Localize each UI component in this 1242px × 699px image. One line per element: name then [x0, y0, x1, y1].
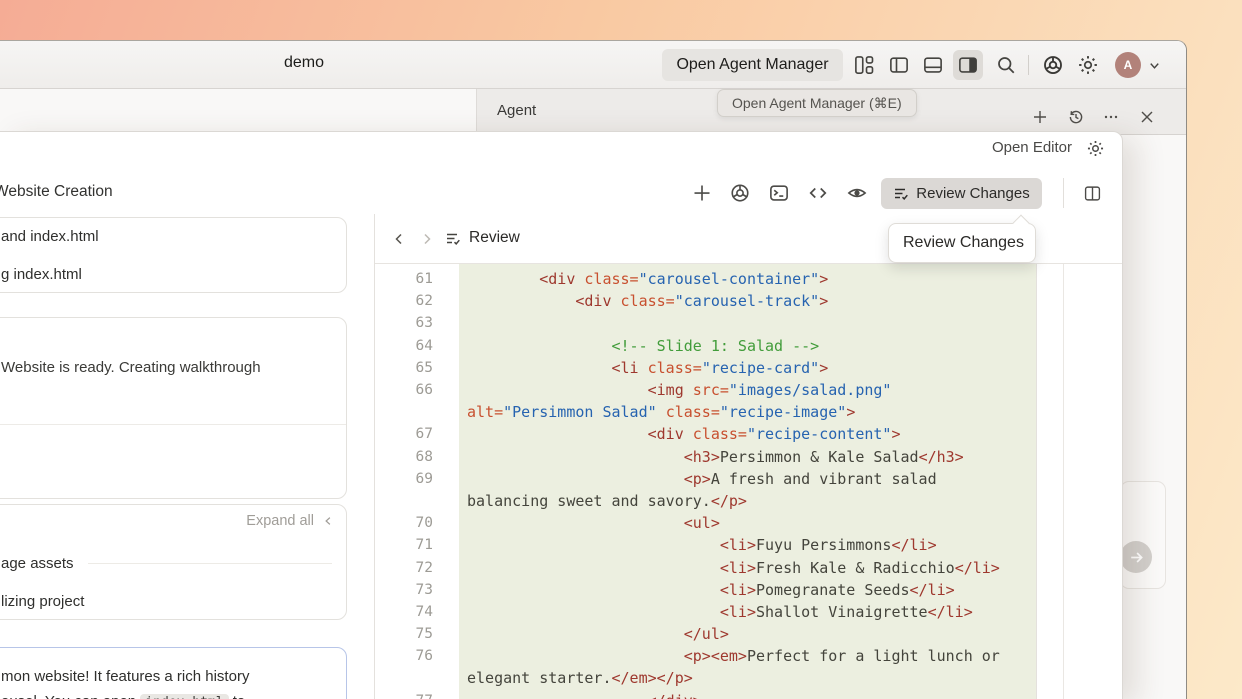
- step-item[interactable]: lizing project: [1, 589, 332, 613]
- toolbar-separator: [1063, 178, 1064, 208]
- message-line: mon website! It features a rich history: [1, 664, 332, 689]
- code-line: 64 <!-- Slide 1: Salad -->: [375, 335, 1062, 357]
- open-editor-button[interactable]: Open Editor: [992, 139, 1072, 156]
- send-button[interactable]: [1120, 541, 1152, 573]
- settings-gear-icon[interactable]: [1078, 55, 1098, 75]
- review-changes-popup[interactable]: Review Changes: [888, 223, 1036, 263]
- step-rule: [88, 563, 332, 564]
- step-item[interactable]: age assets: [1, 551, 332, 575]
- agent-overlay-panel: Open Editor Website Creation: [0, 131, 1123, 699]
- code-line: 74 <li>Shallot Vinaigrette</li>: [375, 601, 1062, 623]
- title-bar: demo Open Agent Manager: [0, 41, 1186, 89]
- code-line: 68 <h3>Persimmon & Kale Salad</h3>: [375, 446, 1062, 468]
- right-dock-icon-active[interactable]: [953, 50, 983, 80]
- chevron-down-icon[interactable]: [1147, 58, 1167, 78]
- list-check-icon: [893, 186, 909, 202]
- card-divider: [0, 424, 346, 425]
- agent-settings-gear-icon[interactable]: [1087, 140, 1104, 157]
- code-line: 75 </ul>: [375, 623, 1062, 645]
- review-list-check-icon: [445, 231, 461, 247]
- thread-title: Website Creation: [0, 183, 113, 201]
- tab-bar: Agent: [0, 89, 1186, 135]
- tab-agent[interactable]: Agent: [497, 102, 536, 119]
- code-line: 65 <li class="recipe-card">: [375, 357, 1062, 379]
- collapse-chevron-icon: [322, 515, 334, 527]
- status-text: Website is ready. Creating walkthrough: [1, 359, 261, 376]
- code-icon[interactable]: [808, 183, 828, 203]
- assistant-message-card: mon website! It features a rich history …: [0, 647, 347, 699]
- steps-card: Expand all age assets lizing project: [0, 504, 347, 620]
- code-line: 77 </div>: [375, 690, 1062, 699]
- more-menu-icon[interactable]: [1103, 109, 1119, 125]
- code-line: 63: [375, 312, 1062, 334]
- scrollbar-rule: [1063, 264, 1064, 699]
- close-icon[interactable]: [1139, 109, 1155, 125]
- terminal-icon[interactable]: [769, 183, 789, 203]
- new-thread-icon[interactable]: [1032, 109, 1048, 125]
- edited-file-item[interactable]: and index.html: [0, 218, 346, 256]
- edited-file-item[interactable]: g index.html: [0, 256, 346, 294]
- review-code-area[interactable]: 61 <div class="carousel-container">62 <d…: [375, 264, 1122, 699]
- project-panel-icon[interactable]: [854, 55, 874, 75]
- file-edits-card: and index.html g index.html: [0, 217, 347, 293]
- history-icon[interactable]: [1068, 109, 1084, 125]
- status-card: Website is ready. Creating walkthrough: [0, 317, 347, 499]
- prev-change-icon[interactable]: [391, 231, 407, 247]
- message-line: ousel. You can open index.html to: [1, 689, 332, 699]
- code-line: 71 <li>Fuyu Persimmons</li>: [375, 534, 1062, 556]
- bottom-dock-icon[interactable]: [923, 55, 943, 75]
- inline-code-chip: index.html: [140, 694, 228, 699]
- code-line: balancing sweet and savory.</p>: [375, 490, 1062, 512]
- open-agent-manager-button[interactable]: Open Agent Manager: [662, 49, 843, 81]
- code-line: 66 <img src="images/salad.png": [375, 379, 1062, 401]
- left-dock-icon[interactable]: [889, 55, 909, 75]
- code-line: alt="Persimmon Salad" class="recipe-imag…: [375, 401, 1062, 423]
- docked-agent-send-card: [1120, 481, 1166, 589]
- code-line: 62 <div class="carousel-track">: [375, 290, 1062, 312]
- browser-icon[interactable]: [1043, 55, 1063, 75]
- eye-icon[interactable]: [847, 183, 867, 203]
- code-line: 72 <li>Fresh Kale & Radicchio</li>: [375, 556, 1062, 578]
- code-line: 70 <ul>: [375, 512, 1062, 534]
- next-change-icon[interactable]: [419, 231, 435, 247]
- review-panel: Review 61 <div class="carousel-container…: [374, 214, 1122, 699]
- preview-browser-icon[interactable]: [730, 183, 750, 203]
- code-rows: 61 <div class="carousel-container">62 <d…: [375, 268, 1062, 699]
- app-window: demo Open Agent Manager: [0, 40, 1187, 699]
- code-line: elegant starter.</em></p>: [375, 667, 1062, 689]
- split-columns-icon[interactable]: [1084, 185, 1101, 202]
- titlebar-separator: [1028, 55, 1029, 75]
- open-agent-manager-tooltip: Open Agent Manager (⌘E): [717, 89, 917, 117]
- code-line: 61 <div class="carousel-container">: [375, 268, 1062, 290]
- code-line: 67 <div class="recipe-content">: [375, 423, 1062, 445]
- new-file-icon[interactable]: [692, 183, 712, 203]
- code-line: 76 <p><em>Perfect for a light lunch or: [375, 645, 1062, 667]
- window-title: demo: [254, 54, 354, 72]
- review-title: Review: [469, 229, 520, 247]
- review-changes-button[interactable]: Review Changes: [881, 178, 1042, 209]
- expand-all-button[interactable]: Expand all: [246, 513, 334, 529]
- avatar[interactable]: A: [1115, 52, 1141, 78]
- code-line: 69 <p>A fresh and vibrant salad: [375, 468, 1062, 490]
- search-icon[interactable]: [996, 55, 1016, 75]
- editor-tab-strip: [0, 89, 477, 134]
- code-line: 73 <li>Pomegranate Seeds</li>: [375, 579, 1062, 601]
